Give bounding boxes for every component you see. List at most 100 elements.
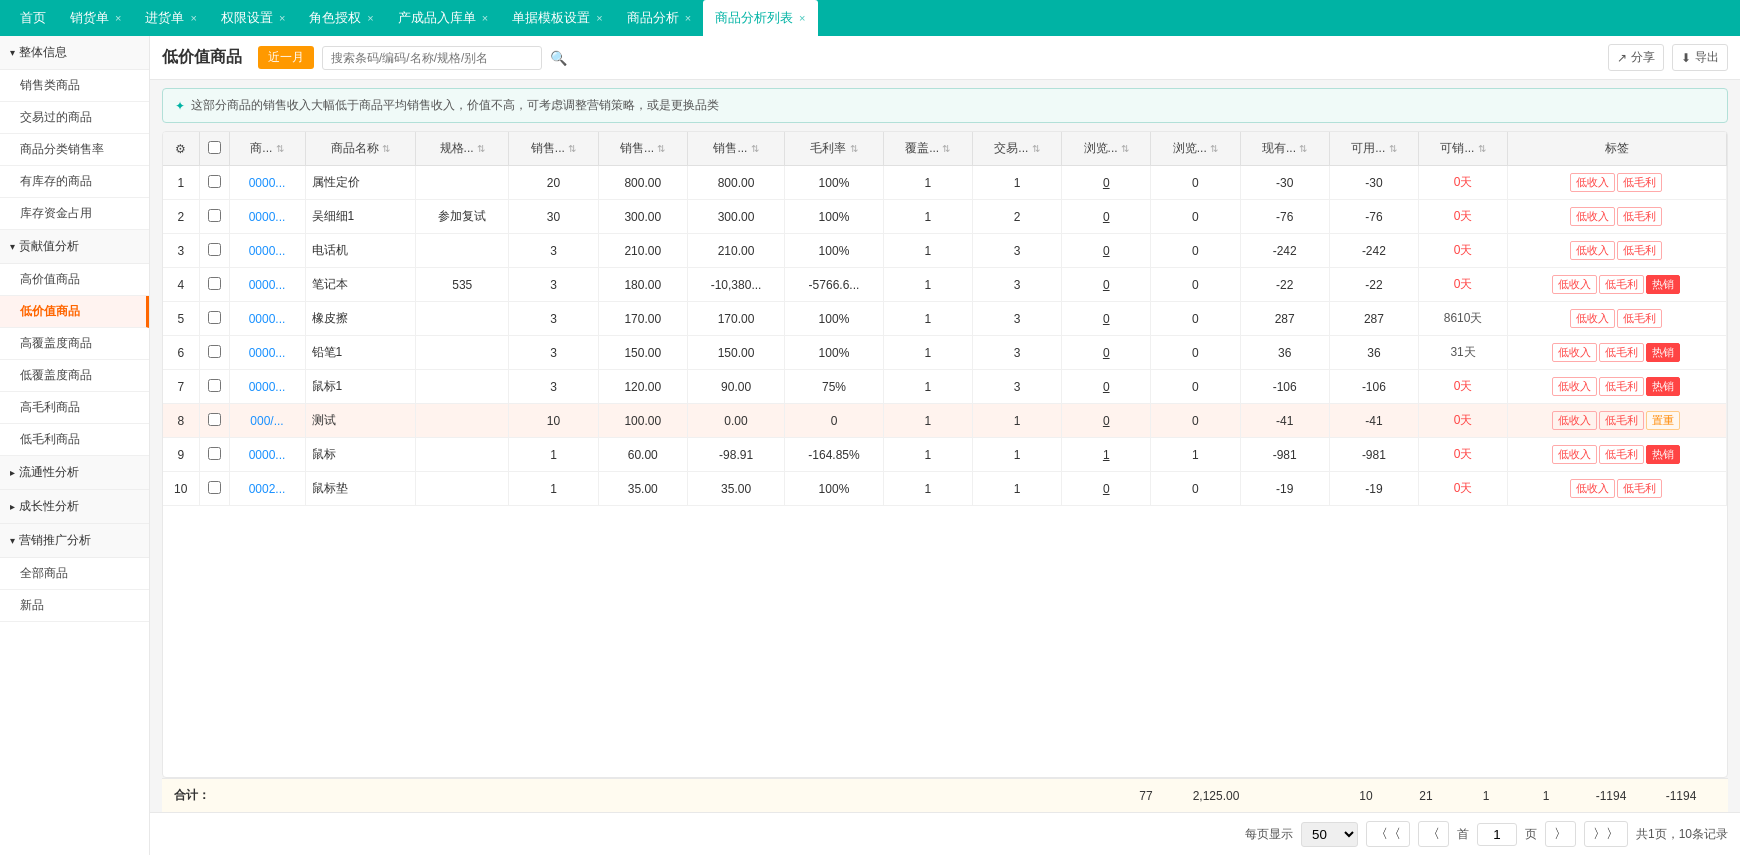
row-checkbox-cell[interactable]	[199, 200, 229, 234]
row-checkbox[interactable]	[208, 413, 221, 426]
row-code[interactable]: 0000...	[229, 336, 305, 370]
row-browse1[interactable]: 0	[1062, 200, 1151, 234]
row-checkbox-cell[interactable]	[199, 166, 229, 200]
nav-purchase-order[interactable]: 进货单 ×	[133, 0, 208, 36]
nav-permission-settings[interactable]: 权限设置 ×	[209, 0, 297, 36]
sidebar-item-all-goods[interactable]: 全部商品	[0, 558, 149, 590]
browse-link[interactable]: 0	[1103, 244, 1110, 258]
col-code[interactable]: 商... ⇅	[229, 132, 305, 166]
row-code[interactable]: 0000...	[229, 166, 305, 200]
settings-icon[interactable]: ⚙	[175, 142, 186, 156]
col-name[interactable]: 商品名称 ⇅	[305, 132, 416, 166]
row-checkbox-cell[interactable]	[199, 404, 229, 438]
first-page-button[interactable]: 〈〈	[1366, 821, 1410, 847]
row-checkbox[interactable]	[208, 243, 221, 256]
sidebar-item-new-goods[interactable]: 新品	[0, 590, 149, 622]
close-icon[interactable]: ×	[279, 12, 285, 24]
sidebar-section-growth[interactable]: ▸ 成长性分析	[0, 490, 149, 524]
row-checkbox[interactable]	[208, 379, 221, 392]
row-code[interactable]: 0000...	[229, 234, 305, 268]
sidebar-item-high-coverage[interactable]: 高覆盖度商品	[0, 328, 149, 360]
browse-link[interactable]: 0	[1103, 312, 1110, 326]
close-icon[interactable]: ×	[482, 12, 488, 24]
col-sellable[interactable]: 可销... ⇅	[1419, 132, 1508, 166]
browse-link[interactable]: 0	[1103, 210, 1110, 224]
last-page-button[interactable]: 〉〉	[1584, 821, 1628, 847]
row-code[interactable]: 0000...	[229, 200, 305, 234]
nav-product-analysis[interactable]: 商品分析 ×	[615, 0, 703, 36]
browse-link[interactable]: 0	[1103, 278, 1110, 292]
row-browse1[interactable]: 0	[1062, 268, 1151, 302]
row-code[interactable]: 0000...	[229, 370, 305, 404]
row-browse1[interactable]: 0	[1062, 336, 1151, 370]
close-icon[interactable]: ×	[596, 12, 602, 24]
col-sales-price[interactable]: 销售... ⇅	[598, 132, 687, 166]
browse-link[interactable]: 0	[1103, 176, 1110, 190]
nav-home[interactable]: 首页	[8, 0, 58, 36]
col-current[interactable]: 现有... ⇅	[1240, 132, 1329, 166]
row-browse1[interactable]: 0	[1062, 472, 1151, 506]
col-browse2[interactable]: 浏览... ⇅	[1151, 132, 1240, 166]
close-icon[interactable]: ×	[190, 12, 196, 24]
row-code[interactable]: 0000...	[229, 268, 305, 302]
search-input[interactable]	[322, 46, 542, 70]
select-all-checkbox[interactable]	[208, 141, 221, 154]
row-code[interactable]: 0000...	[229, 438, 305, 472]
row-checkbox-cell[interactable]	[199, 370, 229, 404]
share-button[interactable]: ↗ 分享	[1608, 44, 1664, 71]
prev-page-button[interactable]: 〈	[1418, 821, 1449, 847]
next-page-button[interactable]: 〉	[1545, 821, 1576, 847]
row-browse1[interactable]: 0	[1062, 302, 1151, 336]
close-icon[interactable]: ×	[367, 12, 373, 24]
row-code[interactable]: 000/...	[229, 404, 305, 438]
nav-template-settings[interactable]: 单据模板设置 ×	[500, 0, 614, 36]
col-trade[interactable]: 交易... ⇅	[972, 132, 1061, 166]
nav-role-auth[interactable]: 角色授权 ×	[297, 0, 385, 36]
row-checkbox-cell[interactable]	[199, 336, 229, 370]
col-browse1[interactable]: 浏览... ⇅	[1062, 132, 1151, 166]
sidebar-item-stock-capital[interactable]: 库存资金占用	[0, 198, 149, 230]
browse-link[interactable]: 0	[1103, 380, 1110, 394]
row-checkbox[interactable]	[208, 311, 221, 324]
export-button[interactable]: ⬇ 导出	[1672, 44, 1728, 71]
col-gross-margin[interactable]: 毛利率 ⇅	[785, 132, 883, 166]
close-icon[interactable]: ×	[685, 12, 691, 24]
col-spec[interactable]: 规格... ⇅	[416, 132, 509, 166]
browse-link[interactable]: 0	[1103, 482, 1110, 496]
nav-sales-order[interactable]: 销货单 ×	[58, 0, 133, 36]
col-sales-amount[interactable]: 销售... ⇅	[687, 132, 784, 166]
row-checkbox[interactable]	[208, 209, 221, 222]
row-browse1[interactable]: 1	[1062, 438, 1151, 472]
sidebar-item-stock-goods[interactable]: 有库存的商品	[0, 166, 149, 198]
row-checkbox-cell[interactable]	[199, 472, 229, 506]
row-checkbox[interactable]	[208, 447, 221, 460]
data-table-container[interactable]: ⚙ 商... ⇅ 商品名称 ⇅ 规格... ⇅ 销售... ⇅ 销售... ⇅ …	[162, 131, 1728, 778]
row-checkbox-cell[interactable]	[199, 234, 229, 268]
row-browse1[interactable]: 0	[1062, 370, 1151, 404]
row-checkbox-cell[interactable]	[199, 302, 229, 336]
sidebar-item-low-value[interactable]: 低价值商品	[0, 296, 149, 328]
col-settings[interactable]: ⚙	[163, 132, 199, 166]
filter-recent-month-button[interactable]: 近一月	[258, 46, 314, 69]
row-checkbox-cell[interactable]	[199, 268, 229, 302]
row-checkbox[interactable]	[208, 175, 221, 188]
close-icon[interactable]: ×	[799, 12, 805, 24]
col-sales-qty[interactable]: 销售... ⇅	[509, 132, 598, 166]
browse-link[interactable]: 1	[1103, 448, 1110, 462]
sidebar-item-low-coverage[interactable]: 低覆盖度商品	[0, 360, 149, 392]
search-button[interactable]: 🔍	[550, 50, 567, 66]
row-browse1[interactable]: 0	[1062, 234, 1151, 268]
sidebar-item-traded-goods[interactable]: 交易过的商品	[0, 102, 149, 134]
page-number-input[interactable]	[1477, 823, 1517, 846]
sidebar-item-low-margin[interactable]: 低毛利商品	[0, 424, 149, 456]
close-icon[interactable]: ×	[115, 12, 121, 24]
sidebar-item-high-value[interactable]: 高价值商品	[0, 264, 149, 296]
sidebar-item-high-margin[interactable]: 高毛利商品	[0, 392, 149, 424]
col-checkbox[interactable]	[199, 132, 229, 166]
row-checkbox[interactable]	[208, 345, 221, 358]
nav-product-analysis-list[interactable]: 商品分析列表 ×	[703, 0, 817, 36]
page-size-select[interactable]: 50 20 100	[1301, 822, 1358, 847]
sidebar-item-sales-goods[interactable]: 销售类商品	[0, 70, 149, 102]
row-checkbox[interactable]	[208, 481, 221, 494]
col-coverage[interactable]: 覆盖... ⇅	[883, 132, 972, 166]
